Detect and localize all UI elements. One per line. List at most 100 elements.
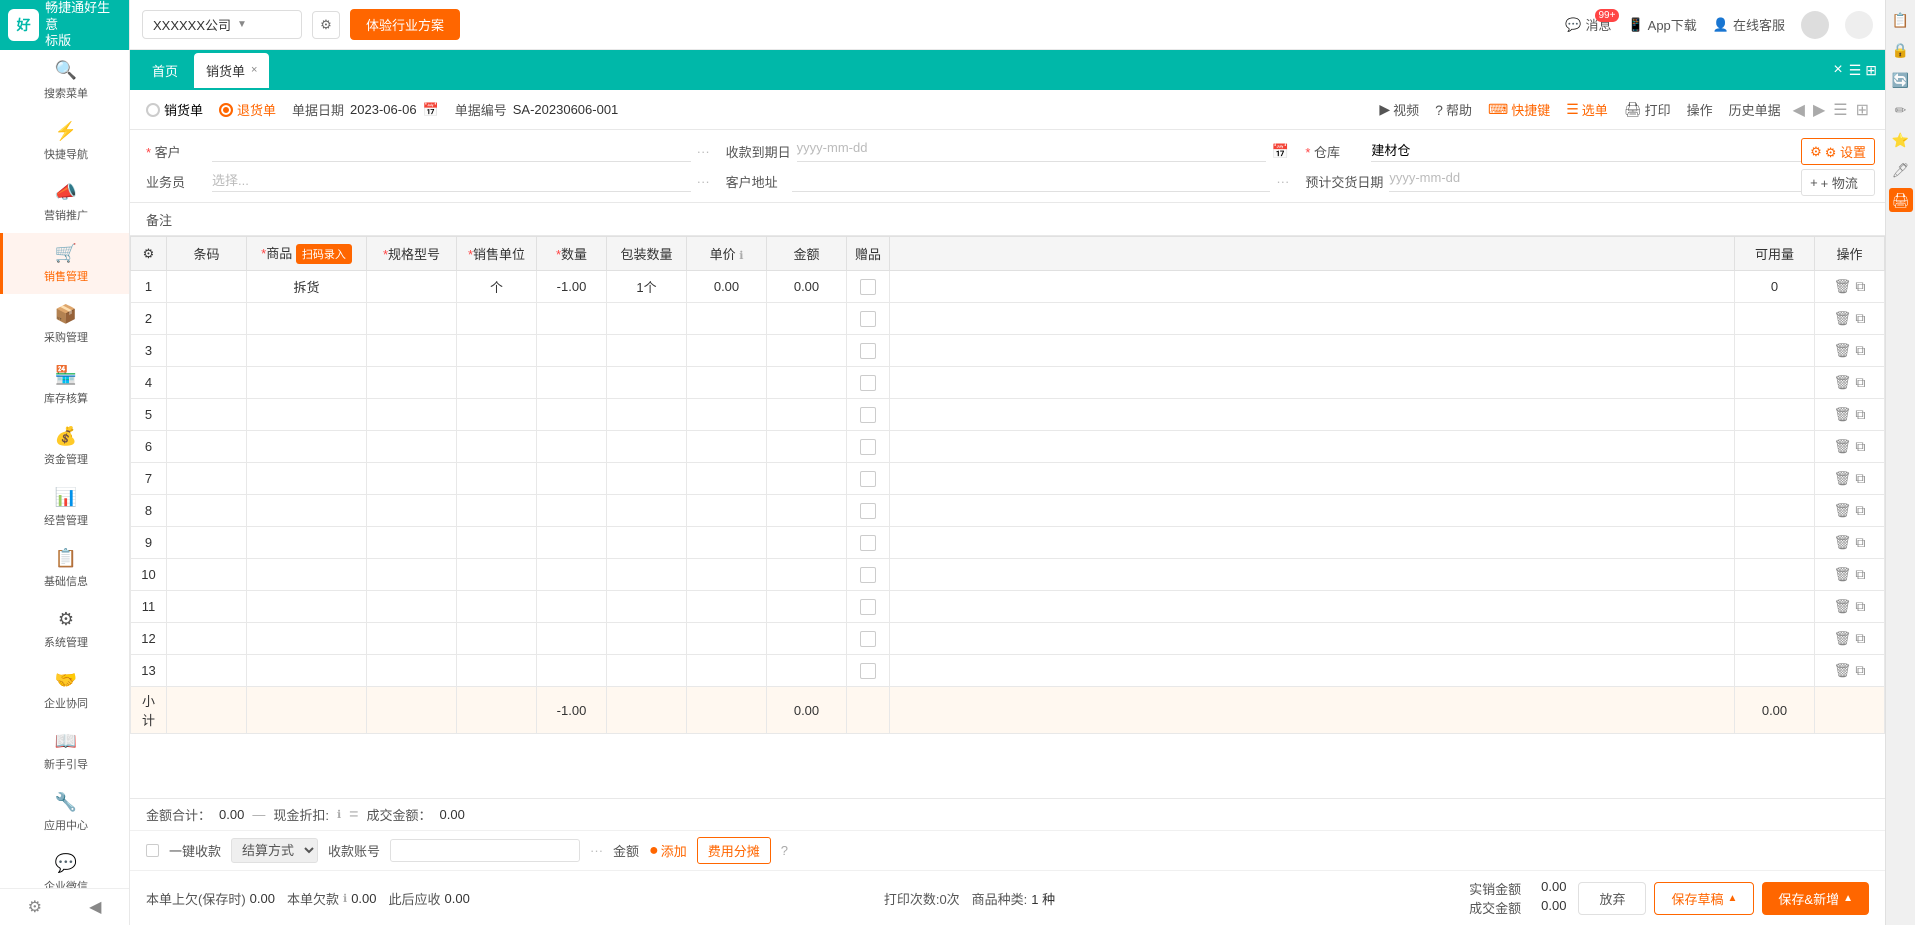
row-gift[interactable] xyxy=(847,399,890,431)
row-barcode[interactable] xyxy=(167,559,247,591)
copy-icon[interactable]: ⧉ xyxy=(1855,630,1865,647)
settlement-method-select[interactable]: 结算方式 xyxy=(231,838,318,863)
row-goods[interactable] xyxy=(247,367,367,399)
row-amount[interactable] xyxy=(767,591,847,623)
shortcut-button[interactable]: ⌨ 快捷键 xyxy=(1484,98,1554,121)
salesperson-more-icon[interactable]: ··· xyxy=(697,174,710,189)
row-amount[interactable] xyxy=(767,623,847,655)
sidebar-item-quick-nav[interactable]: ⚡ 快捷导航 xyxy=(0,111,129,172)
deficit-info-icon[interactable]: ℹ xyxy=(343,892,347,905)
row-barcode[interactable] xyxy=(167,271,247,303)
delete-icon[interactable]: 🗑 xyxy=(1834,662,1852,679)
delete-icon[interactable]: 🗑 xyxy=(1834,374,1852,391)
row-qty[interactable] xyxy=(537,431,607,463)
row-qty[interactable] xyxy=(537,591,607,623)
row-barcode[interactable] xyxy=(167,463,247,495)
row-gift[interactable] xyxy=(847,303,890,335)
row-amount[interactable] xyxy=(767,559,847,591)
row-price[interactable] xyxy=(687,367,767,399)
row-amount[interactable] xyxy=(767,655,847,687)
row-qty[interactable] xyxy=(537,559,607,591)
row-unit[interactable] xyxy=(457,399,537,431)
list-view-icon[interactable]: ☰ xyxy=(1833,100,1847,120)
copy-icon[interactable]: ⧉ xyxy=(1855,278,1865,295)
company-selector[interactable]: XXXXXX公司 ▼ xyxy=(142,10,302,39)
save-new-button[interactable]: 保存&新增 ▲ xyxy=(1762,882,1869,915)
rt-lock-btn[interactable]: 🔒 xyxy=(1889,38,1913,62)
row-unit[interactable] xyxy=(457,335,537,367)
row-goods[interactable] xyxy=(247,655,367,687)
row-pkgqty[interactable] xyxy=(607,335,687,367)
row-barcode[interactable] xyxy=(167,623,247,655)
row-gift[interactable] xyxy=(847,495,890,527)
row-gift[interactable] xyxy=(847,463,890,495)
row-barcode[interactable] xyxy=(167,335,247,367)
row-amount[interactable] xyxy=(767,463,847,495)
abandon-button[interactable]: 放弃 xyxy=(1578,882,1646,915)
row-spec[interactable] xyxy=(367,527,457,559)
sidebar-item-operations[interactable]: 📊 经营管理 xyxy=(0,477,129,538)
payment-due-input[interactable]: yyyy-mm-dd xyxy=(797,140,1266,162)
tab-sales-order[interactable]: 销货单 × xyxy=(194,53,269,88)
delete-icon[interactable]: 🗑 xyxy=(1834,566,1852,583)
row-amount[interactable]: 0.00 xyxy=(767,271,847,303)
row-qty[interactable] xyxy=(537,623,607,655)
rt-edit-btn[interactable]: ✏ xyxy=(1889,98,1913,122)
settings-button[interactable]: ⚙ ⚙ 设置 xyxy=(1801,138,1875,165)
row-spec[interactable] xyxy=(367,431,457,463)
user-avatar[interactable] xyxy=(1801,11,1829,39)
row-pkgqty[interactable] xyxy=(607,527,687,559)
sidebar-item-search[interactable]: 🔍 搜索菜单 xyxy=(0,50,129,111)
copy-icon[interactable]: ⧉ xyxy=(1855,598,1865,615)
row-barcode[interactable] xyxy=(167,399,247,431)
row-gift[interactable] xyxy=(847,431,890,463)
sidebar-item-inventory[interactable]: 🏪 库存核算 xyxy=(0,355,129,416)
row-spec[interactable] xyxy=(367,495,457,527)
row-gift[interactable] xyxy=(847,271,890,303)
row-qty[interactable] xyxy=(537,463,607,495)
row-pkgqty[interactable] xyxy=(607,431,687,463)
row-spec[interactable] xyxy=(367,591,457,623)
row-unit[interactable] xyxy=(457,463,537,495)
th-settings[interactable]: ⚙ xyxy=(131,237,167,271)
row-pkgqty[interactable] xyxy=(607,367,687,399)
row-qty[interactable] xyxy=(537,367,607,399)
copy-icon[interactable]: ⧉ xyxy=(1855,566,1865,583)
sidebar-item-wechat[interactable]: 💬 企业微信 xyxy=(0,843,129,888)
row-qty[interactable] xyxy=(537,335,607,367)
delete-icon[interactable]: 🗑 xyxy=(1834,438,1852,455)
add-button[interactable]: ● 添加 xyxy=(649,841,687,860)
row-unit[interactable] xyxy=(457,623,537,655)
operate-button[interactable]: 操作 xyxy=(1683,98,1717,121)
delete-icon[interactable]: 🗑 xyxy=(1834,470,1852,487)
row-amount[interactable] xyxy=(767,527,847,559)
row-price[interactable] xyxy=(687,623,767,655)
rt-refresh-btn[interactable]: 🔄 xyxy=(1889,68,1913,92)
row-qty[interactable]: -1.00 xyxy=(537,271,607,303)
copy-icon[interactable]: ⧉ xyxy=(1855,406,1865,423)
row-goods[interactable] xyxy=(247,527,367,559)
row-pkgqty[interactable] xyxy=(607,655,687,687)
sidebar-collapse-btn[interactable]: ◀ xyxy=(89,897,101,917)
view-list-icon[interactable]: ☰ xyxy=(1849,62,1862,79)
radio-sale-order[interactable]: 销货单 xyxy=(146,100,203,119)
doc-date-value[interactable]: 2023-06-06 xyxy=(350,102,417,117)
row-unit[interactable] xyxy=(457,591,537,623)
row-pkgqty[interactable] xyxy=(607,495,687,527)
row-price[interactable] xyxy=(687,303,767,335)
sidebar-item-sales[interactable]: 🛒 销售管理 xyxy=(0,233,129,294)
rt-notes-btn[interactable]: 📋 xyxy=(1889,8,1913,32)
prev-icon[interactable]: ◀ xyxy=(1793,100,1805,120)
row-pkgqty[interactable] xyxy=(607,591,687,623)
row-unit[interactable] xyxy=(457,495,537,527)
row-unit[interactable] xyxy=(457,527,537,559)
rt-star-btn[interactable]: ⭐ xyxy=(1889,128,1913,152)
row-goods[interactable] xyxy=(247,431,367,463)
row-spec[interactable] xyxy=(367,335,457,367)
row-qty[interactable] xyxy=(537,303,607,335)
tabbar-close-button[interactable]: × xyxy=(1833,61,1842,79)
sidebar-item-collab[interactable]: 🤝 企业协同 xyxy=(0,660,129,721)
radio-return-order[interactable]: 退货单 xyxy=(219,100,276,119)
row-barcode[interactable] xyxy=(167,655,247,687)
row-qty[interactable] xyxy=(537,495,607,527)
